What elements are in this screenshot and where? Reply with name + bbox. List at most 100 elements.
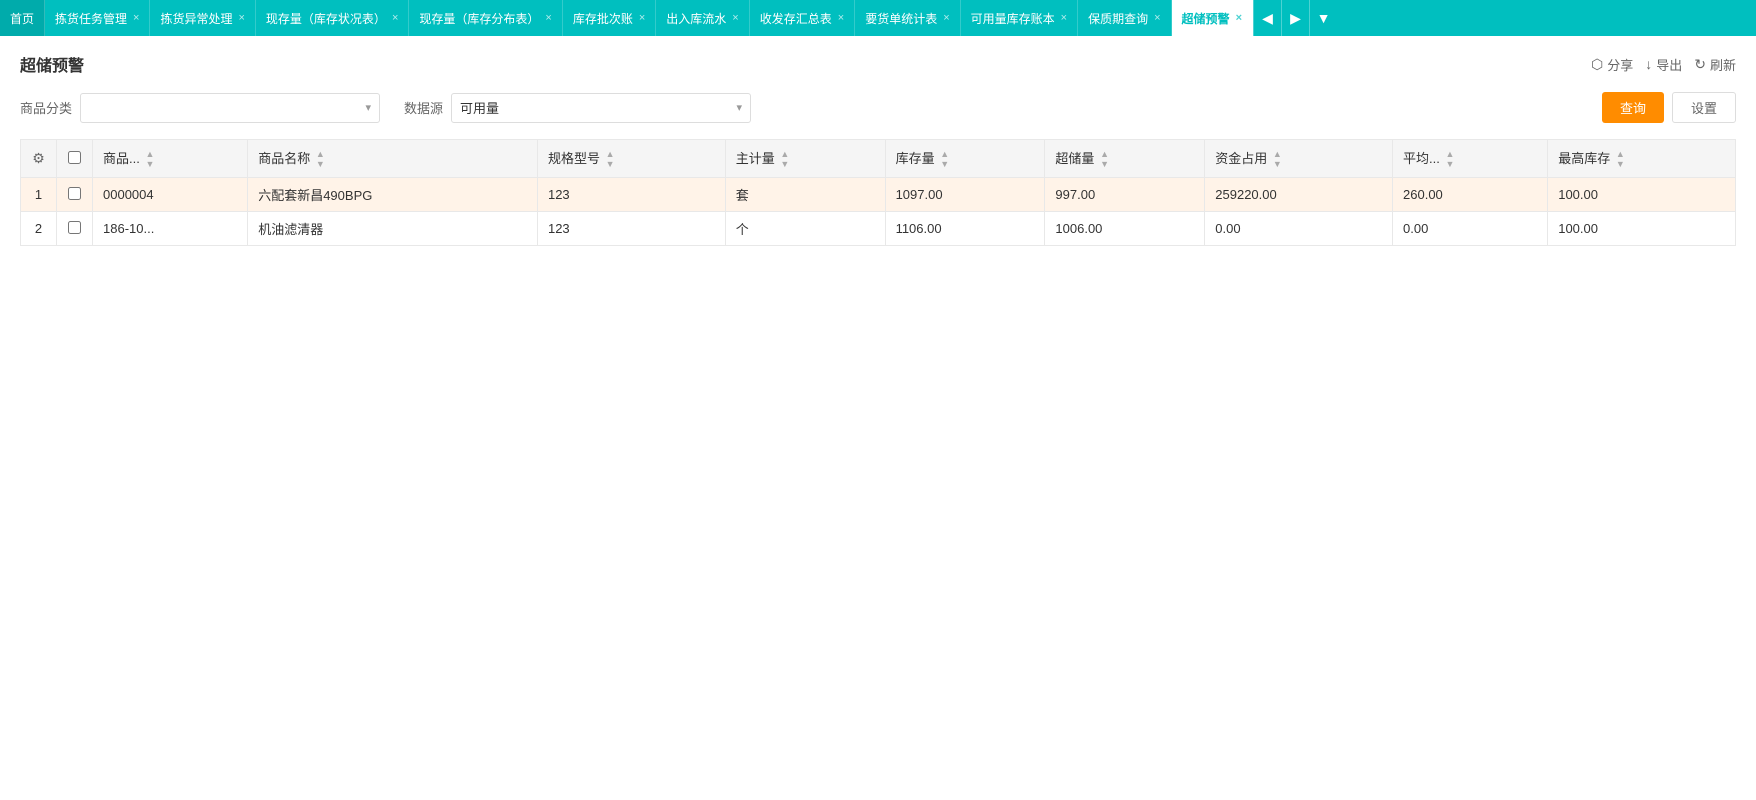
nav-tab-stock-dist[interactable]: 现存量（库存分布表） × xyxy=(409,0,562,36)
nav-tab-available[interactable]: 可用量库存账本 × xyxy=(961,0,1078,36)
sort-capital-icon: ▲▼ xyxy=(1273,150,1282,170)
settings-button[interactable]: 设置 xyxy=(1672,92,1736,123)
top-nav: 首页 拣货任务管理 × 拣货异常处理 × 现存量（库存状况表） × 现存量（库存… xyxy=(0,0,1756,36)
col-avg-label: 平均... xyxy=(1403,151,1440,166)
refresh-label: 刷新 xyxy=(1710,55,1736,74)
col-stock[interactable]: 库存量 ▲▼ xyxy=(885,140,1045,178)
datasource-dropdown-icon: ▾ xyxy=(737,101,743,114)
page-title: 超储预警 xyxy=(20,52,84,76)
nav-tab-overstock[interactable]: 超储预警 × xyxy=(1172,0,1253,36)
filter-actions: 查询 设置 xyxy=(1602,92,1736,123)
col-capital[interactable]: 资金占用 ▲▼ xyxy=(1205,140,1393,178)
nav-tab-receive[interactable]: 收发存汇总表 × xyxy=(750,0,855,36)
col-product-name[interactable]: 商品名称 ▲▼ xyxy=(248,140,538,178)
row-1-spec: 123 xyxy=(537,178,725,212)
nav-tab-batch-close[interactable]: × xyxy=(639,12,645,24)
nav-tab-task-mgmt[interactable]: 拣货任务管理 × xyxy=(45,0,150,36)
row-2-num: 2 xyxy=(21,212,57,246)
row-2-overstock: 1006.00 xyxy=(1045,212,1205,246)
category-select[interactable]: ▾ xyxy=(80,93,380,123)
col-spec-label: 规格型号 xyxy=(548,151,600,166)
col-overstock[interactable]: 超储量 ▲▼ xyxy=(1045,140,1205,178)
row-1-checkbox[interactable] xyxy=(68,187,81,200)
nav-tab-stock-status-label: 现存量（库存状况表） xyxy=(266,10,386,27)
nav-tab-shelf[interactable]: 保质期查询 × xyxy=(1078,0,1171,36)
sort-avg-icon: ▲▼ xyxy=(1445,150,1454,170)
settings-icon[interactable]: ⚙ xyxy=(32,150,45,166)
row-2-checkbox[interactable] xyxy=(68,221,81,234)
col-overstock-label: 超储量 xyxy=(1055,151,1094,166)
datasource-select[interactable]: 可用量 ▾ xyxy=(451,93,751,123)
col-stock-label: 库存量 xyxy=(896,151,935,166)
sort-overstock-icon: ▲▼ xyxy=(1100,150,1109,170)
sort-stock-icon: ▲▼ xyxy=(940,150,949,170)
nav-tab-order-stats-close[interactable]: × xyxy=(943,12,949,24)
table-header: ⚙ 商品... ▲▼ 商品名称 ▲▼ 规格型号 ▲▼ 主计 xyxy=(21,140,1736,178)
share-label: 分享 xyxy=(1607,55,1633,74)
nav-tab-home[interactable]: 首页 xyxy=(0,0,45,36)
nav-tab-order-stats-label: 要货单统计表 xyxy=(865,10,937,27)
export-label: 导出 xyxy=(1656,55,1682,74)
col-product-code[interactable]: 商品... ▲▼ xyxy=(93,140,248,178)
datasource-label: 数据源 xyxy=(404,98,443,117)
nav-more[interactable]: ▼ xyxy=(1309,0,1337,36)
nav-tab-shelf-label: 保质期查询 xyxy=(1088,10,1148,27)
col-avg[interactable]: 平均... ▲▼ xyxy=(1393,140,1548,178)
row-2-checkbox-cell xyxy=(57,212,93,246)
row-2-capital: 0.00 xyxy=(1205,212,1393,246)
nav-tab-abnormal-close[interactable]: × xyxy=(238,12,244,24)
nav-tab-home-label: 首页 xyxy=(10,10,34,27)
share-button[interactable]: ⬡ 分享 xyxy=(1591,55,1633,74)
nav-tab-stock-dist-label: 现存量（库存分布表） xyxy=(419,10,539,27)
nav-tab-overstock-close[interactable]: × xyxy=(1236,12,1242,24)
nav-tab-receive-label: 收发存汇总表 xyxy=(760,10,832,27)
nav-tab-shelf-close[interactable]: × xyxy=(1154,12,1160,24)
row-2-stock: 1106.00 xyxy=(885,212,1045,246)
refresh-button[interactable]: ↻ 刷新 xyxy=(1694,55,1736,74)
nav-tab-order-stats[interactable]: 要货单统计表 × xyxy=(855,0,960,36)
col-spec[interactable]: 规格型号 ▲▼ xyxy=(537,140,725,178)
select-all-checkbox[interactable] xyxy=(68,151,81,164)
page-title-bar: 超储预警 ⬡ 分享 ↓ 导出 ↻ 刷新 xyxy=(20,52,1736,76)
row-2-max-stock: 100.00 xyxy=(1548,212,1736,246)
nav-tab-available-close[interactable]: × xyxy=(1061,12,1067,24)
sort-spec-icon: ▲▼ xyxy=(606,150,615,170)
nav-tab-receive-close[interactable]: × xyxy=(838,12,844,24)
title-actions: ⬡ 分享 ↓ 导出 ↻ 刷新 xyxy=(1591,55,1736,74)
nav-scroll-right[interactable]: ▶ xyxy=(1281,0,1309,36)
col-checkbox xyxy=(57,140,93,178)
share-icon: ⬡ xyxy=(1591,56,1603,73)
col-max-stock[interactable]: 最高库存 ▲▼ xyxy=(1548,140,1736,178)
page-content: 超储预警 ⬡ 分享 ↓ 导出 ↻ 刷新 商品分类 ▾ 数据源 xyxy=(0,36,1756,262)
table-body: 1 0000004 六配套新昌490BPG 123 套 1097.00 997.… xyxy=(21,178,1736,246)
row-1-stock: 1097.00 xyxy=(885,178,1045,212)
category-dropdown-icon: ▾ xyxy=(365,101,371,114)
nav-tab-overstock-label: 超储预警 xyxy=(1182,10,1230,27)
col-unit-label: 主计量 xyxy=(736,151,775,166)
nav-tab-task-mgmt-close[interactable]: × xyxy=(133,12,139,24)
nav-tab-abnormal[interactable]: 拣货异常处理 × xyxy=(150,0,255,36)
col-max-stock-label: 最高库存 xyxy=(1558,151,1610,166)
nav-tab-stock-status[interactable]: 现存量（库存状况表） × xyxy=(256,0,409,36)
nav-tab-available-label: 可用量库存账本 xyxy=(971,10,1055,27)
category-label: 商品分类 xyxy=(20,98,72,117)
nav-tab-flow-close[interactable]: × xyxy=(732,12,738,24)
category-filter-item: 商品分类 ▾ xyxy=(20,93,380,123)
row-2-product-code: 186-10... xyxy=(93,212,248,246)
export-icon: ↓ xyxy=(1645,56,1652,72)
nav-tab-batch[interactable]: 库存批次账 × xyxy=(563,0,656,36)
filter-bar: 商品分类 ▾ 数据源 可用量 ▾ 查询 设置 xyxy=(20,92,1736,123)
nav-tab-stock-status-close[interactable]: × xyxy=(392,12,398,24)
query-button[interactable]: 查询 xyxy=(1602,92,1664,123)
row-1-product-code: 0000004 xyxy=(93,178,248,212)
export-button[interactable]: ↓ 导出 xyxy=(1645,55,1682,74)
col-settings[interactable]: ⚙ xyxy=(21,140,57,178)
nav-scroll-left[interactable]: ◀ xyxy=(1253,0,1281,36)
col-unit[interactable]: 主计量 ▲▼ xyxy=(725,140,885,178)
datasource-filter-item: 数据源 可用量 ▾ xyxy=(404,93,751,123)
nav-tab-stock-dist-close[interactable]: × xyxy=(545,12,551,24)
nav-tab-abnormal-label: 拣货异常处理 xyxy=(160,10,232,27)
col-capital-label: 资金占用 xyxy=(1215,151,1267,166)
sort-product-code-icon: ▲▼ xyxy=(145,150,154,170)
nav-tab-flow[interactable]: 出入库流水 × xyxy=(656,0,749,36)
